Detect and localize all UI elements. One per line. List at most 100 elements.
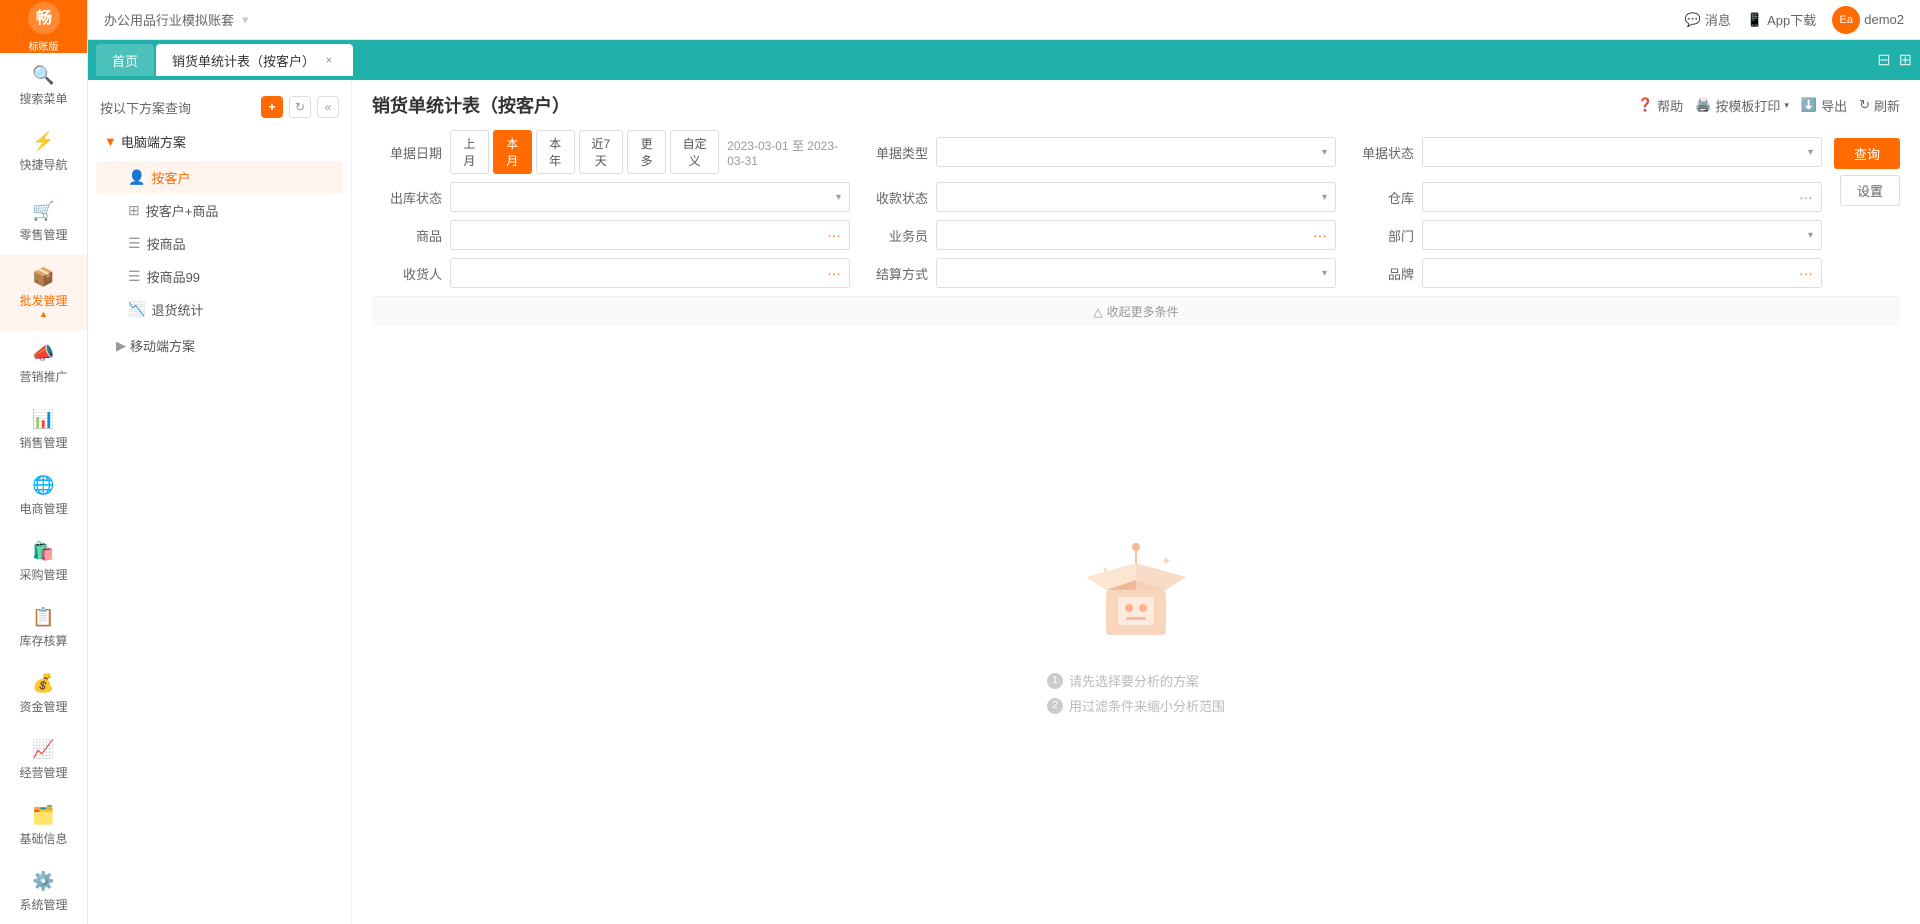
- date-btn-more[interactable]: 更多: [627, 130, 666, 174]
- sidebar-item-inventory[interactable]: 📋 库存核算: [0, 595, 88, 661]
- top-header: 办公用品行业模拟账套 ▾ 💬 消息 📱 App下载 Ea demo2: [88, 0, 1920, 40]
- tab-maximize-btn[interactable]: ⊞: [1899, 50, 1912, 70]
- tree-item-return-stats[interactable]: 📉 退货统计: [96, 293, 343, 326]
- type-select[interactable]: ▾: [936, 137, 1336, 167]
- receive-status-select[interactable]: ▾: [936, 182, 1336, 212]
- filter-area: 单据日期 上月 本月 本年 近7天 更多 自定义 2023-03-01 至 20…: [372, 130, 1822, 296]
- tree-group-desktop[interactable]: ▼ 电脑端方案: [96, 126, 343, 157]
- sidebar-item-operations[interactable]: 📈 经营管理: [0, 727, 88, 793]
- settlement-select[interactable]: ▾: [936, 258, 1336, 288]
- help-btn[interactable]: ❓ 帮助: [1637, 96, 1683, 115]
- operations-icon: 📈: [32, 739, 54, 760]
- collapse-button[interactable]: △ 收起更多条件: [1093, 303, 1178, 320]
- hint-1-num: 1: [1047, 673, 1063, 689]
- sidebar-item-sales[interactable]: 📊 销售管理: [0, 397, 88, 463]
- receive-status-arrow: ▾: [1322, 192, 1327, 203]
- out-status-arrow: ▾: [836, 192, 841, 203]
- tab-home-label: 首页: [112, 51, 138, 70]
- date-btn-custom[interactable]: 自定义: [670, 130, 719, 174]
- tab-minimize-btn[interactable]: ⊟: [1877, 50, 1890, 70]
- query-button[interactable]: 查询: [1834, 138, 1900, 169]
- status-select[interactable]: ▾: [1422, 137, 1822, 167]
- tree-item-by-customer-product[interactable]: ⊞ 按客户+商品: [96, 194, 343, 227]
- user-menu[interactable]: Ea demo2: [1832, 6, 1904, 34]
- date-btn-last-7-days[interactable]: 近7天: [579, 130, 624, 174]
- tree-section: ▼ 电脑端方案 👤 按客户 ⊞ 按客户+商品 ☰ 按商品: [88, 126, 351, 361]
- sidebar-item-marketing[interactable]: 📣 营销推广: [0, 331, 88, 397]
- collapse-panel-btn[interactable]: «: [317, 96, 339, 118]
- sidebar-item-label-system: 系统管理: [19, 896, 67, 913]
- tree-item-by-product99[interactable]: ☰ 按商品99: [96, 260, 343, 293]
- svg-text:✦: ✦: [1101, 565, 1109, 576]
- tab-sales-stats[interactable]: 销货单统计表（按客户） ×: [156, 44, 353, 76]
- sidebar-item-wholesale[interactable]: 📦 批发管理 ▲: [0, 255, 88, 331]
- export-icon: ⬇️: [1801, 97, 1817, 113]
- sidebar-item-purchase[interactable]: 🛍️ 采购管理: [0, 529, 88, 595]
- brand-label: 品牌: [1344, 264, 1414, 283]
- warehouse-dots: ···: [1799, 189, 1813, 205]
- tree-item-by-customer[interactable]: 👤 按客户: [96, 161, 343, 194]
- page-content: 按以下方案查询 + ↻ « ▼ 电脑端方案 👤 按客户: [88, 80, 1920, 924]
- messages-btn[interactable]: 💬 消息: [1685, 10, 1731, 29]
- refresh-scheme-btn[interactable]: ↻: [289, 96, 311, 118]
- breadcrumb-text: 办公用品行业模拟账套: [104, 10, 234, 29]
- tab-home[interactable]: 首页: [96, 44, 154, 76]
- page-header: 销货单统计表（按客户） ❓ 帮助 🖨️ 按模板打印 ▾ ⬇️ 导出: [352, 80, 1920, 126]
- date-label: 单据日期: [372, 143, 442, 162]
- settings-button[interactable]: 设置: [1840, 175, 1900, 206]
- refresh-btn[interactable]: ↻ 刷新: [1859, 96, 1900, 115]
- svg-text:畅: 畅: [35, 8, 51, 27]
- sidebar-item-label-search: 搜索菜单: [19, 90, 67, 107]
- date-range-text: 2023-03-01 至 2023-03-31: [727, 137, 850, 168]
- tree-group-mobile[interactable]: ▶ 移动端方案: [96, 330, 343, 361]
- app-download-btn[interactable]: 📱 App下载: [1747, 10, 1816, 29]
- export-btn[interactable]: ⬇️ 导出: [1801, 96, 1847, 115]
- brand-select[interactable]: ···: [1422, 258, 1822, 288]
- sidebar-item-label-finance: 资金管理: [19, 698, 67, 715]
- sidebar-item-label-quick: 快捷导航: [19, 156, 67, 173]
- tab-sales-stats-label: 销货单统计表（按客户）: [172, 51, 315, 70]
- left-panel-title: 按以下方案查询: [100, 98, 191, 117]
- refresh-icon: ↻: [1859, 97, 1870, 113]
- sidebar-item-label-sales: 销售管理: [19, 434, 67, 451]
- product-select[interactable]: ···: [450, 220, 850, 250]
- by-product-icon: ☰: [128, 235, 141, 252]
- template-print-btn[interactable]: 🖨️ 按模板打印 ▾: [1695, 96, 1789, 115]
- date-btn-this-month[interactable]: 本月: [493, 130, 532, 174]
- tree-item-by-product[interactable]: ☰ 按商品: [96, 227, 343, 260]
- logo-text: 标账版: [29, 38, 59, 53]
- receiver-select[interactable]: ···: [450, 258, 850, 288]
- tree-item-by-customer-label: 按客户: [151, 168, 190, 187]
- salesman-select[interactable]: ···: [936, 220, 1336, 250]
- add-scheme-btn[interactable]: +: [261, 96, 283, 118]
- wholesale-arrow: ▲: [39, 309, 48, 319]
- sidebar-item-search[interactable]: 🔍 搜索菜单: [0, 53, 88, 119]
- sidebar-item-quick[interactable]: ⚡ 快捷导航: [0, 119, 88, 185]
- warehouse-label: 仓库: [1344, 188, 1414, 207]
- tab-close-btn[interactable]: ×: [321, 52, 337, 68]
- tree-group-mobile-arrow: ▶: [116, 338, 126, 354]
- sidebar-item-basic[interactable]: 🗂️ 基础信息: [0, 793, 88, 859]
- date-btn-this-year[interactable]: 本年: [536, 130, 575, 174]
- date-btn-last-month[interactable]: 上月: [450, 130, 489, 174]
- page-title: 销货单统计表（按客户）: [372, 92, 570, 118]
- page-actions: ❓ 帮助 🖨️ 按模板打印 ▾ ⬇️ 导出 ↻ 刷新: [1637, 96, 1900, 115]
- download-icon: 📱: [1747, 12, 1763, 28]
- sidebar-item-finance[interactable]: 💰 资金管理: [0, 661, 88, 727]
- status-select-arrow: ▾: [1808, 147, 1813, 158]
- out-status-select[interactable]: ▾: [450, 182, 850, 212]
- app-download-label: App下载: [1767, 10, 1816, 29]
- type-label: 单据类型: [858, 143, 928, 162]
- sidebar-item-system[interactable]: ⚙️ 系统管理: [0, 859, 88, 924]
- sidebar-item-retail[interactable]: 🛒 零售管理: [0, 189, 88, 255]
- logo[interactable]: 畅 标账版: [0, 0, 88, 53]
- sidebar-item-label-basic: 基础信息: [19, 830, 67, 847]
- logo-icon: 畅: [26, 0, 62, 36]
- help-label: 帮助: [1657, 96, 1683, 115]
- sidebar-item-ecommerce[interactable]: 🌐 电商管理: [0, 463, 88, 529]
- warehouse-select[interactable]: ···: [1422, 182, 1822, 212]
- department-select[interactable]: ▾: [1422, 220, 1822, 250]
- right-content: 销货单统计表（按客户） ❓ 帮助 🖨️ 按模板打印 ▾ ⬇️ 导出: [352, 80, 1920, 924]
- receive-status-label: 收款状态: [858, 188, 928, 207]
- purchase-icon: 🛍️: [32, 541, 54, 562]
